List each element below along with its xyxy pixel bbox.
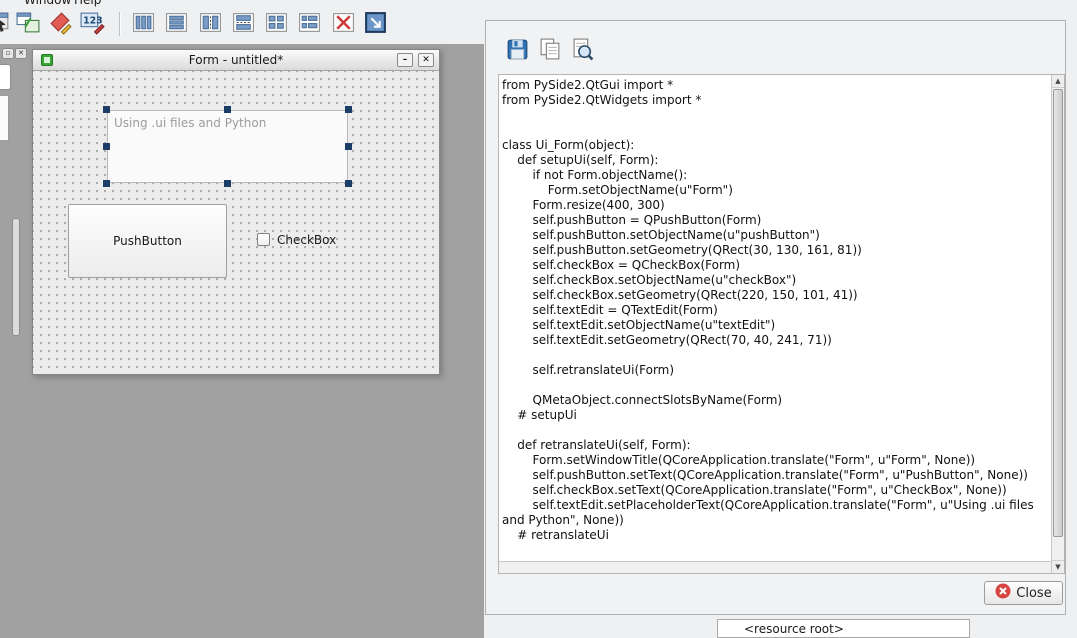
widgetbox-filter-input[interactable] <box>0 64 11 90</box>
code-line: Form.setWindowTitle(QCoreApplication.tra… <box>502 453 1051 468</box>
code-line: def retranslateUi(self, Form): <box>502 438 1051 453</box>
scroll-down-arrow[interactable]: ▼ <box>1052 560 1064 573</box>
code-line: Form.setObjectName(u"Form") <box>502 183 1051 198</box>
code-editor[interactable]: from PySide2.QtGui import *from PySide2.… <box>499 75 1051 561</box>
horizontal-scrollbar[interactable] <box>499 561 1051 573</box>
code-line <box>502 123 1051 138</box>
code-line: self.retranslateUi(Form) <box>502 363 1051 378</box>
code-line: from PySide2.QtWidgets import * <box>502 93 1051 108</box>
svg-text:123: 123 <box>83 16 103 27</box>
code-line: self.pushButton.setText(QCoreApplication… <box>502 468 1051 483</box>
layout-vertical-splitter-icon[interactable] <box>231 10 256 35</box>
menu-help[interactable]: Help <box>74 0 101 7</box>
code-line: QMetaObject.connectSlotsByName(Form) <box>502 393 1051 408</box>
widgetbox-scrollbar[interactable] <box>12 218 20 336</box>
code-preview-dialog: from PySide2.QtGui import *from PySide2.… <box>485 20 1066 615</box>
layout-form-icon[interactable] <box>297 10 322 35</box>
dock-float-button[interactable]: ▫ <box>2 48 14 59</box>
close-window-button[interactable]: ✕ <box>418 53 434 67</box>
print-preview-icon[interactable] <box>570 37 595 62</box>
code-line: self.textEdit.setPlaceholderText(QCoreAp… <box>502 498 1051 513</box>
pushbutton-label: PushButton <box>113 234 182 248</box>
code-line: if not Form.objectName(): <box>502 168 1051 183</box>
textedit-placeholder: Using .ui files and Python <box>114 116 266 130</box>
form-titlebar[interactable]: Form - untitled* – ✕ <box>33 50 439 71</box>
pushbutton-widget[interactable]: PushButton <box>68 204 227 278</box>
form-canvas[interactable]: Using .ui files and Python PushButton Ch… <box>33 71 439 374</box>
close-button-label: Close <box>1016 586 1051 601</box>
code-line: # setupUi <box>502 408 1051 423</box>
code-line: self.pushButton.setObjectName(u"pushButt… <box>502 228 1051 243</box>
code-line <box>502 423 1051 438</box>
selection-handle-e[interactable] <box>345 143 352 150</box>
code-line: self.pushButton.setGeometry(QRect(30, 13… <box>502 243 1051 258</box>
code-line: # retranslateUi <box>502 528 1051 543</box>
resource-browser-panel: <resource root> <box>717 619 970 638</box>
layout-horizontal-splitter-icon[interactable] <box>198 10 223 35</box>
layout-horizontal-icon[interactable] <box>131 10 156 35</box>
edit-signals-slots-icon[interactable] <box>16 10 41 35</box>
selection-handle-w[interactable] <box>103 143 110 150</box>
copy-icon[interactable] <box>538 37 563 62</box>
checkbox-label: CheckBox <box>277 233 336 247</box>
selection-handle-n[interactable] <box>224 106 231 113</box>
code-line: self.textEdit = QTextEdit(Form) <box>502 303 1051 318</box>
code-line <box>502 378 1051 393</box>
code-line: Form.resize(400, 300) <box>502 198 1051 213</box>
code-area: from PySide2.QtGui import *from PySide2.… <box>498 74 1065 574</box>
code-line: and Python", None)) <box>502 513 1051 528</box>
edit-buddies-icon[interactable] <box>48 10 73 35</box>
main-toolbar: 123 <box>0 8 484 44</box>
break-layout-icon[interactable] <box>331 10 356 35</box>
code-line: def setupUi(self, Form): <box>502 153 1051 168</box>
form-window-title: Form - untitled* <box>33 53 439 67</box>
application-window: Window Help 123 <box>0 0 1077 638</box>
edit-widgets-icon[interactable] <box>0 10 12 35</box>
layout-grid-icon[interactable] <box>264 10 289 35</box>
scroll-up-arrow[interactable]: ▲ <box>1052 75 1064 88</box>
close-button[interactable]: Close <box>984 581 1063 605</box>
selection-handle-ne[interactable] <box>345 106 352 113</box>
code-line: self.checkBox.setObjectName(u"checkBox") <box>502 273 1051 288</box>
code-line: self.textEdit.setObjectName(u"textEdit") <box>502 318 1051 333</box>
vertical-scrollbar[interactable]: ▲ ▼ <box>1051 75 1064 573</box>
code-line: from PySide2.QtGui import * <box>502 78 1051 93</box>
code-line <box>502 348 1051 363</box>
menu-window[interactable]: Window <box>24 0 71 7</box>
close-button-icon <box>995 583 1011 603</box>
layout-vertical-icon[interactable] <box>164 10 189 35</box>
code-line: self.pushButton = QPushButton(Form) <box>502 213 1051 228</box>
code-line: self.textEdit.setGeometry(QRect(70, 40, … <box>502 333 1051 348</box>
widgetbox-panel-fragment <box>0 96 9 140</box>
checkbox-indicator[interactable] <box>257 233 270 246</box>
textedit-widget[interactable]: Using .ui files and Python <box>107 110 348 183</box>
adjust-size-icon[interactable] <box>363 10 388 35</box>
selection-handle-se[interactable] <box>345 180 352 187</box>
minimize-button[interactable]: – <box>397 53 413 67</box>
scrollbar-thumb[interactable] <box>1053 89 1063 537</box>
save-icon[interactable] <box>505 37 530 62</box>
selection-handle-sw[interactable] <box>103 180 110 187</box>
menubar: Window Help <box>0 0 1077 8</box>
edit-tab-order-icon[interactable]: 123 <box>80 10 105 35</box>
resource-root-item[interactable]: <resource root> <box>718 620 969 636</box>
selection-handle-nw[interactable] <box>103 106 110 113</box>
toolbar-separator <box>119 12 121 36</box>
code-line <box>502 108 1051 123</box>
dock-close-button[interactable]: ✕ <box>15 48 27 59</box>
code-line: self.checkBox.setGeometry(QRect(220, 150… <box>502 288 1051 303</box>
code-line: self.checkBox = QCheckBox(Form) <box>502 258 1051 273</box>
code-line: self.checkBox.setText(QCoreApplication.t… <box>502 483 1051 498</box>
code-line: class Ui_Form(object): <box>502 138 1051 153</box>
form-designer-window[interactable]: Form - untitled* – ✕ Using .ui files and… <box>32 49 440 375</box>
selection-handle-s[interactable] <box>224 180 231 187</box>
checkbox-widget[interactable]: CheckBox <box>257 231 336 248</box>
